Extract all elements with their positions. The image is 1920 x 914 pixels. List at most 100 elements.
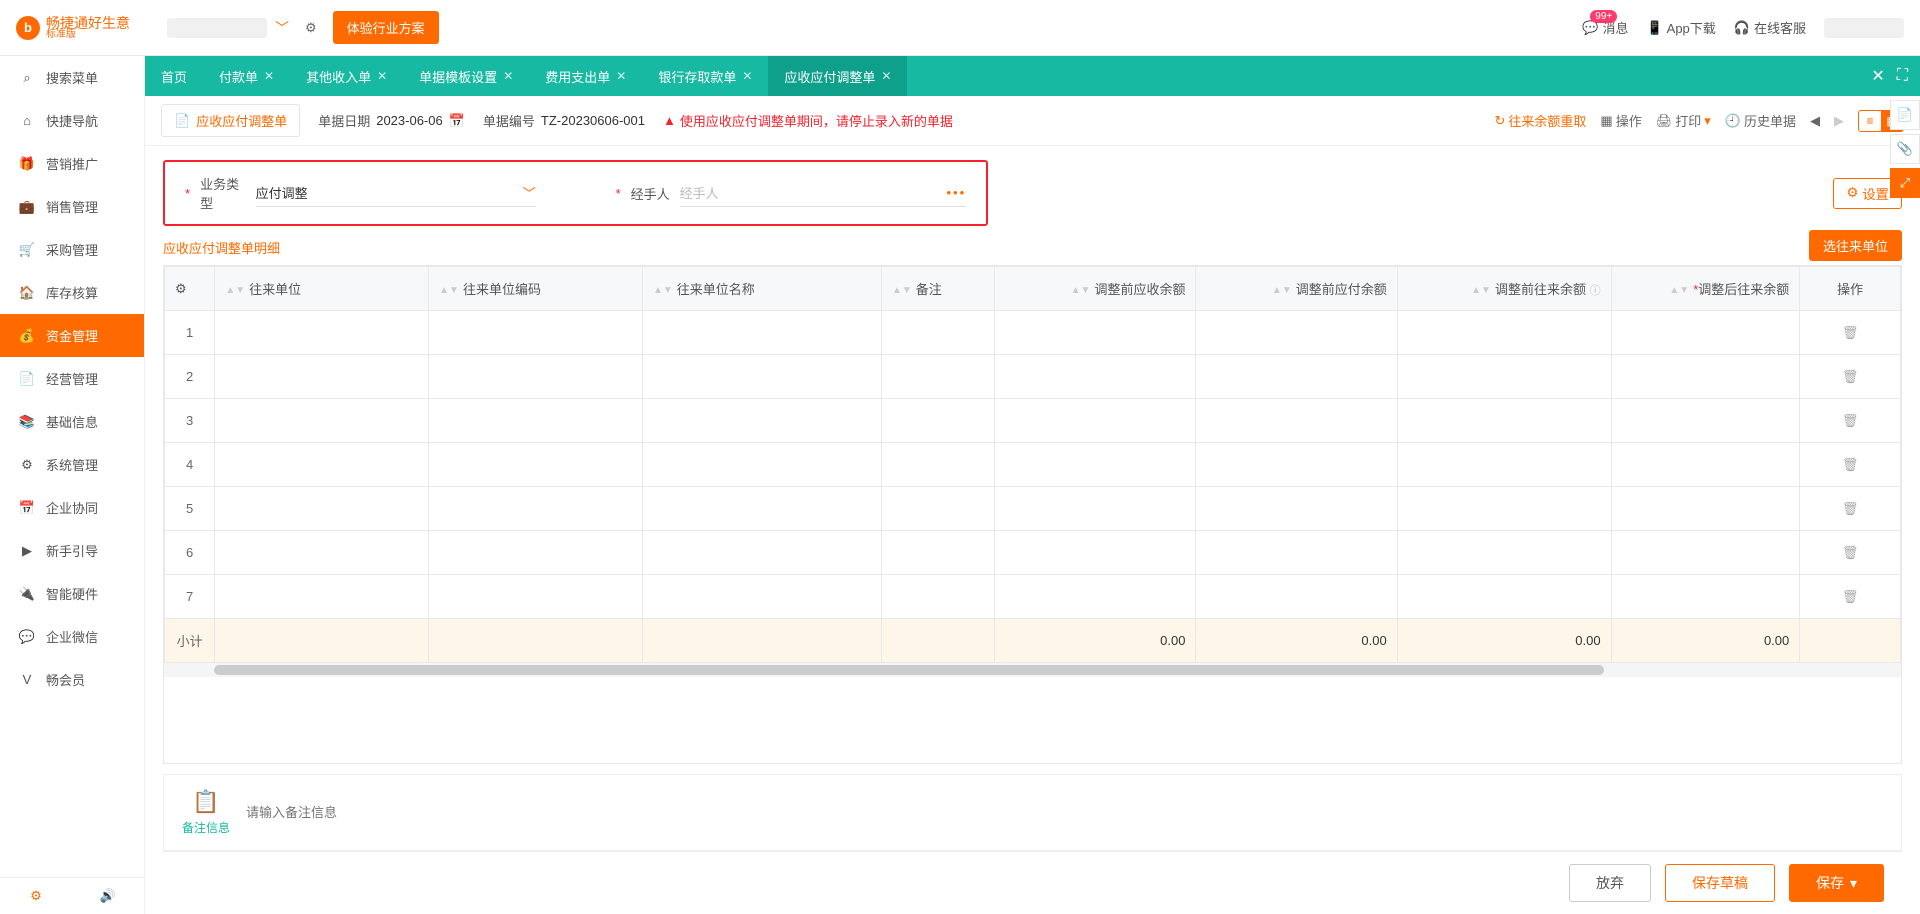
tab-close-icon[interactable]: ✕ <box>616 69 626 83</box>
operate-button[interactable]: ▦操作 <box>1600 111 1641 130</box>
gear-column-header[interactable]: ⚙ <box>165 267 215 311</box>
page-title-dropdown[interactable]: 📄 应收应付调整单 <box>161 104 300 137</box>
tab[interactable]: 其他收入单 ✕ <box>290 56 403 96</box>
col-pre-ap[interactable]: ▲▼调整前应付余额 <box>1196 267 1397 311</box>
app-download-link[interactable]: 📱 App下载 <box>1646 18 1715 37</box>
tab[interactable]: 付款单✕ <box>203 56 290 96</box>
horizontal-scrollbar[interactable] <box>164 663 1901 677</box>
prev-doc-icon[interactable]: ◀ <box>1810 113 1820 129</box>
sidebar-item-icon: 💰 <box>18 328 36 344</box>
messages-link[interactable]: 99+ 💬 消息 <box>1582 18 1628 37</box>
rail-attach-icon[interactable]: 📎 <box>1890 134 1920 164</box>
sidebar-item[interactable]: ⚙系统管理 <box>0 443 144 486</box>
col-post-balance[interactable]: ▲▼*调整后往来余额 <box>1611 267 1800 311</box>
select-unit-button[interactable]: 选往来单位 <box>1809 230 1902 261</box>
sidebar-item[interactable]: 💬企业微信 <box>0 615 144 658</box>
handler-input[interactable]: 经手人 ••• <box>680 179 967 207</box>
print-button[interactable]: 🖨打印▾ <box>1656 111 1711 130</box>
calendar-icon[interactable]: 📅 <box>449 113 465 129</box>
sidebar-item-label: 新手引导 <box>46 541 98 560</box>
tab-label: 其他收入单 <box>306 67 371 86</box>
sidebar-item-icon: ▶ <box>18 543 36 559</box>
delete-row-icon[interactable]: 🗑 <box>1842 325 1859 340</box>
col-pre-balance[interactable]: ▲▼调整前往来余额 ⓘ <box>1397 267 1611 311</box>
abandon-button[interactable]: 放弃 <box>1569 864 1651 902</box>
col-pre-ar[interactable]: ▲▼调整前应收余额 <box>995 267 1196 311</box>
tab-close-icon[interactable]: ✕ <box>503 69 513 83</box>
tab-close-icon[interactable]: ✕ <box>377 69 387 83</box>
table-row[interactable]: 7 🗑 <box>165 575 1901 619</box>
tab-close-icon[interactable]: ✕ <box>264 69 274 83</box>
sidebar-item[interactable]: 💰资金管理 <box>0 314 144 357</box>
sidebar-settings-icon[interactable]: ⚙ <box>0 878 72 914</box>
sidebar-item[interactable]: 🔌智能硬件 <box>0 572 144 615</box>
delete-row-icon[interactable]: 🗑 <box>1842 501 1859 516</box>
tab-close-all-icon[interactable]: ✕ <box>1871 66 1884 86</box>
next-doc-icon[interactable]: ▶ <box>1834 113 1844 129</box>
delete-row-icon[interactable]: 🗑 <box>1842 457 1859 472</box>
user-avatar[interactable] <box>1824 18 1904 38</box>
tab-expand-icon[interactable]: ⛶ <box>1897 67 1908 85</box>
save-draft-button[interactable]: 保存草稿 <box>1665 864 1775 902</box>
tab-close-icon[interactable]: ✕ <box>742 69 752 83</box>
delete-row-icon[interactable]: 🗑 <box>1842 369 1859 384</box>
online-service-link[interactable]: 🎧 在线客服 <box>1734 18 1806 37</box>
sidebar-item[interactable]: 📄经营管理 <box>0 357 144 400</box>
remarks-input[interactable] <box>246 805 1883 820</box>
more-icon[interactable]: ••• <box>947 185 967 200</box>
table-row[interactable]: 1 🗑 <box>165 311 1901 355</box>
online-service-label: 在线客服 <box>1754 18 1806 37</box>
warning-icon: ▲ <box>663 113 676 128</box>
footer-buttons: 放弃 保存草稿 保存 ▾ <box>163 851 1902 914</box>
handler-label: 经手人 <box>631 184 670 203</box>
rail-doc-icon[interactable]: 📄 <box>1890 100 1920 130</box>
doc-date-value[interactable]: 2023-06-06 <box>376 113 443 128</box>
sidebar-item[interactable]: ⌕搜索菜单 <box>0 56 144 99</box>
tab[interactable]: 应收应付调整单✕ <box>768 56 907 96</box>
sidebar-item[interactable]: ⌂快捷导航 <box>0 99 144 142</box>
table-row[interactable]: 3 🗑 <box>165 399 1901 443</box>
col-unit[interactable]: ▲▼往来单位 <box>215 267 429 311</box>
sidebar-item[interactable]: 🏠库存核算 <box>0 271 144 314</box>
logo[interactable]: b 畅捷通好生意 标准版 <box>16 16 151 40</box>
experience-button[interactable]: 体验行业方案 <box>333 11 439 44</box>
sidebar-item-icon: ⚙ <box>18 457 36 473</box>
tab-close-icon[interactable]: ✕ <box>881 69 891 83</box>
sidebar-item-label: 畅会员 <box>46 670 85 689</box>
info-icon[interactable]: ⓘ <box>1590 285 1601 297</box>
reget-balance-button[interactable]: ↻往来余额重取 <box>1495 111 1587 130</box>
sidebar-item[interactable]: 🛒采购管理 <box>0 228 144 271</box>
save-button[interactable]: 保存 ▾ <box>1789 864 1884 902</box>
col-unit-code[interactable]: ▲▼往来单位编码 <box>429 267 643 311</box>
tab[interactable]: 费用支出单✕ <box>529 56 642 96</box>
col-remark[interactable]: ▲▼备注 <box>882 267 995 311</box>
tab[interactable]: 银行存取款单✕ <box>642 56 768 96</box>
sidebar-item[interactable]: 🎁营销推广 <box>0 142 144 185</box>
sidebar-item[interactable]: 💼销售管理 <box>0 185 144 228</box>
view-list-icon[interactable]: ≡ <box>1859 111 1881 131</box>
phone-icon: 📱 <box>1646 20 1662 36</box>
rail-expand-icon[interactable]: ⤢ <box>1890 168 1920 198</box>
delete-row-icon[interactable]: 🗑 <box>1842 589 1859 604</box>
delete-row-icon[interactable]: 🗑 <box>1842 413 1859 428</box>
table-row[interactable]: 6 🗑 <box>165 531 1901 575</box>
col-unit-name[interactable]: ▲▼往来单位名称 <box>643 267 882 311</box>
table-row[interactable]: 5 🗑 <box>165 487 1901 531</box>
tab[interactable]: 首页 <box>145 56 203 96</box>
sidebar-item[interactable]: ▶ 新手引导 <box>0 529 144 572</box>
sidebar-item[interactable]: V畅会员 <box>0 658 144 701</box>
sidebar-item-label: 企业协同 <box>46 498 98 517</box>
company-select[interactable]: ﹀ <box>167 18 289 38</box>
gear-icon[interactable]: ⚙ <box>305 20 317 36</box>
biz-type-select[interactable]: 应付调整 ﹀ <box>256 179 536 207</box>
table-row[interactable]: 4 🗑 <box>165 443 1901 487</box>
sidebar-item-icon: 📅 <box>18 500 36 516</box>
sidebar-sound-icon[interactable]: 🔊 <box>72 878 144 914</box>
sidebar-item[interactable]: 📅 企业协同 <box>0 486 144 529</box>
table-row[interactable]: 2 🗑 <box>165 355 1901 399</box>
history-button[interactable]: 🕘历史单据 <box>1725 111 1796 130</box>
tab[interactable]: 单据模板设置✕ <box>403 56 529 96</box>
subtotal-pre-ap: 0.00 <box>1196 619 1397 663</box>
sidebar-item[interactable]: 📚基础信息 <box>0 400 144 443</box>
delete-row-icon[interactable]: 🗑 <box>1842 545 1859 560</box>
